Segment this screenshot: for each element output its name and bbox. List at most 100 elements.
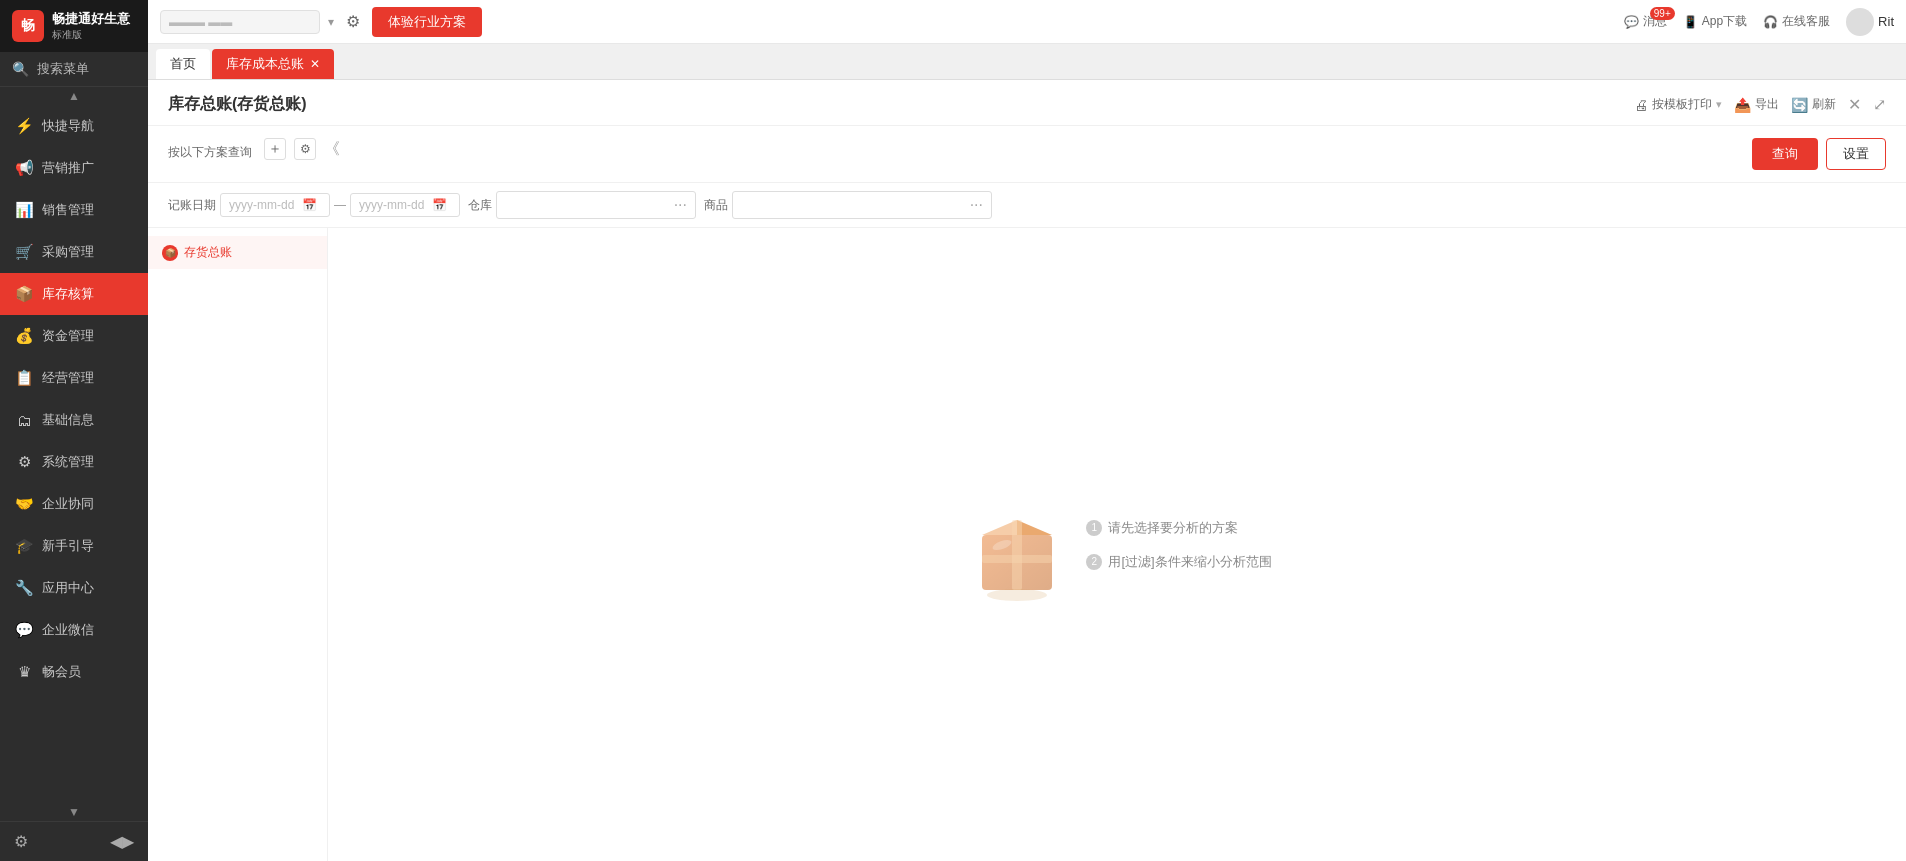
empty-hint-2: 2 用[过滤]条件来缩小分析范围 (1086, 549, 1271, 575)
tabs-bar: 首页 库存成本总账 ✕ (148, 44, 1906, 80)
date-separator: — (334, 198, 346, 212)
filter-row: 记账日期 yyyy-mm-dd 📅 — yyyy-mm-dd 📅 仓库 ··· (148, 183, 1906, 228)
sidebar: 畅 畅捷通好生意 标准版 🔍 搜索菜单 ▲ ⚡ 快捷导航 📢 营销推广 📊 销售… (0, 0, 148, 861)
product-filter-field: 商品 ··· (704, 191, 992, 219)
sidebar-item-purchase[interactable]: 🛒 采购管理 (0, 231, 148, 273)
finance-icon: 💰 (14, 327, 34, 345)
wechat-icon: 💬 (14, 621, 34, 639)
sales-icon: 📊 (14, 201, 34, 219)
sidebar-item-basic[interactable]: 🗂 基础信息 (0, 399, 148, 441)
inventory-icon: 📦 (14, 285, 34, 303)
filter-area: 按以下方案查询 ＋ ⚙ 《 查询 设置 (148, 126, 1906, 183)
industry-solution-btn[interactable]: 体验行业方案 (372, 7, 482, 37)
tab-home[interactable]: 首页 (156, 49, 210, 79)
sidebar-item-appstore[interactable]: 🔧 应用中心 (0, 567, 148, 609)
sidebar-item-guide[interactable]: 🎓 新手引导 (0, 525, 148, 567)
message-icon: 💬 (1624, 15, 1639, 29)
topbar: ▬▬▬ ▬▬ ▾ ⚙ 体验行业方案 💬 消息 99+ 📱 App下载 🎧 在线客… (148, 0, 1906, 44)
sidebar-search[interactable]: 🔍 搜索菜单 (0, 52, 148, 87)
sidebar-item-wechat[interactable]: 💬 企业微信 (0, 609, 148, 651)
empty-hint-1: 1 请先选择要分析的方案 (1086, 515, 1271, 541)
scheme-item-inventory-ledger[interactable]: 📦 存货总账 (148, 236, 327, 269)
page-header: 库存总账(存货总账) 🖨 按模板打印 ▾ 📤 导出 🔄 刷新 ✕ ⤢ (148, 80, 1906, 126)
sidebar-item-sales[interactable]: 📊 销售管理 (0, 189, 148, 231)
date-to-input[interactable]: yyyy-mm-dd 📅 (350, 193, 460, 217)
search-area-text: ▬▬▬ ▬▬ (169, 15, 232, 29)
warehouse-input[interactable]: ··· (496, 191, 696, 219)
appstore-icon: 🔧 (14, 579, 34, 597)
close-panel-btn[interactable]: ✕ (1848, 95, 1861, 114)
product-label: 商品 (704, 197, 728, 214)
svg-rect-5 (982, 555, 1052, 563)
print-template-btn[interactable]: 🖨 按模板打印 ▾ (1634, 96, 1722, 113)
export-btn[interactable]: 📤 导出 (1734, 96, 1779, 113)
topbar-right: 💬 消息 99+ 📱 App下载 🎧 在线客服 Rit (1624, 8, 1894, 36)
marketing-icon: 📢 (14, 159, 34, 177)
sidebar-item-inventory[interactable]: 📦 库存核算 (0, 273, 148, 315)
guide-icon: 🎓 (14, 537, 34, 555)
search-icon: 🔍 (12, 61, 29, 77)
sidebar-item-marketing[interactable]: 📢 营销推广 (0, 147, 148, 189)
print-chevron-icon[interactable]: ▾ (1716, 98, 1722, 111)
calendar-to-icon[interactable]: 📅 (432, 198, 447, 212)
refresh-btn[interactable]: 🔄 刷新 (1791, 96, 1836, 113)
scroll-down-btn[interactable]: ▼ (0, 803, 148, 821)
sidebar-item-cooperation[interactable]: 🤝 企业协同 (0, 483, 148, 525)
sidebar-item-member[interactable]: ♛ 畅会员 (0, 651, 148, 693)
purchase-icon: 🛒 (14, 243, 34, 261)
user-profile-btn[interactable]: Rit (1846, 8, 1894, 36)
scroll-up-btn[interactable]: ▲ (0, 87, 148, 105)
sidebar-item-business[interactable]: 📋 经营管理 (0, 357, 148, 399)
business-icon: 📋 (14, 369, 34, 387)
app-logo: 畅 畅捷通好生意 标准版 (0, 0, 148, 52)
settings-footer-btn[interactable]: ⚙ (14, 832, 28, 851)
topbar-search-area[interactable]: ▬▬▬ ▬▬ (160, 10, 320, 34)
quick-nav-icon: ⚡ (14, 117, 34, 135)
date-filter-field: 记账日期 yyyy-mm-dd 📅 — yyyy-mm-dd 📅 (168, 193, 460, 217)
filter-collapse-btn[interactable]: 《 (324, 139, 340, 160)
collapse-sidebar-btn[interactable]: ◀▶ (110, 832, 134, 851)
filter-settings-btn[interactable]: ⚙ (294, 138, 316, 160)
phone-icon: 📱 (1683, 15, 1698, 29)
product-more-icon[interactable]: ··· (970, 196, 983, 214)
content-area: 📦 存货总账 (148, 228, 1906, 861)
logo-icon: 畅 (12, 10, 44, 42)
empty-text: 1 请先选择要分析的方案 2 用[过滤]条件来缩小分析范围 (1086, 515, 1271, 575)
message-btn[interactable]: 💬 消息 99+ (1624, 13, 1667, 30)
filter-add-btn[interactable]: ＋ (264, 138, 286, 160)
expand-panel-btn[interactable]: ⤢ (1873, 95, 1886, 114)
page-header-actions: 🖨 按模板打印 ▾ 📤 导出 🔄 刷新 ✕ ⤢ (1634, 95, 1886, 114)
date-from-input[interactable]: yyyy-mm-dd 📅 (220, 193, 330, 217)
topbar-gear-icon[interactable]: ⚙ (342, 8, 364, 35)
member-icon: ♛ (14, 663, 34, 681)
query-btn[interactable]: 查询 (1752, 138, 1818, 170)
app-download-btn[interactable]: 📱 App下载 (1683, 13, 1747, 30)
scheme-panel: 📦 存货总账 (148, 228, 328, 861)
tab-inventory-ledger[interactable]: 库存成本总账 ✕ (212, 49, 334, 79)
logo-text: 畅捷通好生意 标准版 (52, 11, 130, 41)
refresh-icon: 🔄 (1791, 97, 1808, 113)
warehouse-more-icon[interactable]: ··· (674, 196, 687, 214)
sidebar-footer: ⚙ ◀▶ (0, 821, 148, 861)
warehouse-label: 仓库 (468, 197, 492, 214)
filter-label: 按以下方案查询 (168, 138, 252, 161)
svg-point-7 (987, 589, 1047, 601)
basic-icon: 🗂 (14, 412, 34, 429)
tab-close-btn[interactable]: ✕ (310, 58, 320, 70)
sidebar-item-quick-nav[interactable]: ⚡ 快捷导航 (0, 105, 148, 147)
system-icon: ⚙ (14, 453, 34, 471)
empty-state-area: 1 请先选择要分析的方案 2 用[过滤]条件来缩小分析范围 (328, 228, 1906, 861)
warehouse-filter-field: 仓库 ··· (468, 191, 696, 219)
calendar-from-icon[interactable]: 📅 (302, 198, 317, 212)
product-input[interactable]: ··· (732, 191, 992, 219)
sidebar-nav: ⚡ 快捷导航 📢 营销推广 📊 销售管理 🛒 采购管理 📦 库存核算 💰 资金管… (0, 105, 148, 803)
page-settings-btn[interactable]: 设置 (1826, 138, 1886, 170)
topbar-chevron-icon[interactable]: ▾ (328, 15, 334, 29)
svg-marker-2 (1017, 520, 1052, 535)
printer-icon: 🖨 (1634, 97, 1648, 113)
sidebar-item-system[interactable]: ⚙ 系统管理 (0, 441, 148, 483)
step-1-badge: 1 (1086, 520, 1102, 536)
topbar-left: ▬▬▬ ▬▬ ▾ ⚙ 体验行业方案 (160, 7, 1616, 37)
online-service-btn[interactable]: 🎧 在线客服 (1763, 13, 1830, 30)
sidebar-item-finance[interactable]: 💰 资金管理 (0, 315, 148, 357)
